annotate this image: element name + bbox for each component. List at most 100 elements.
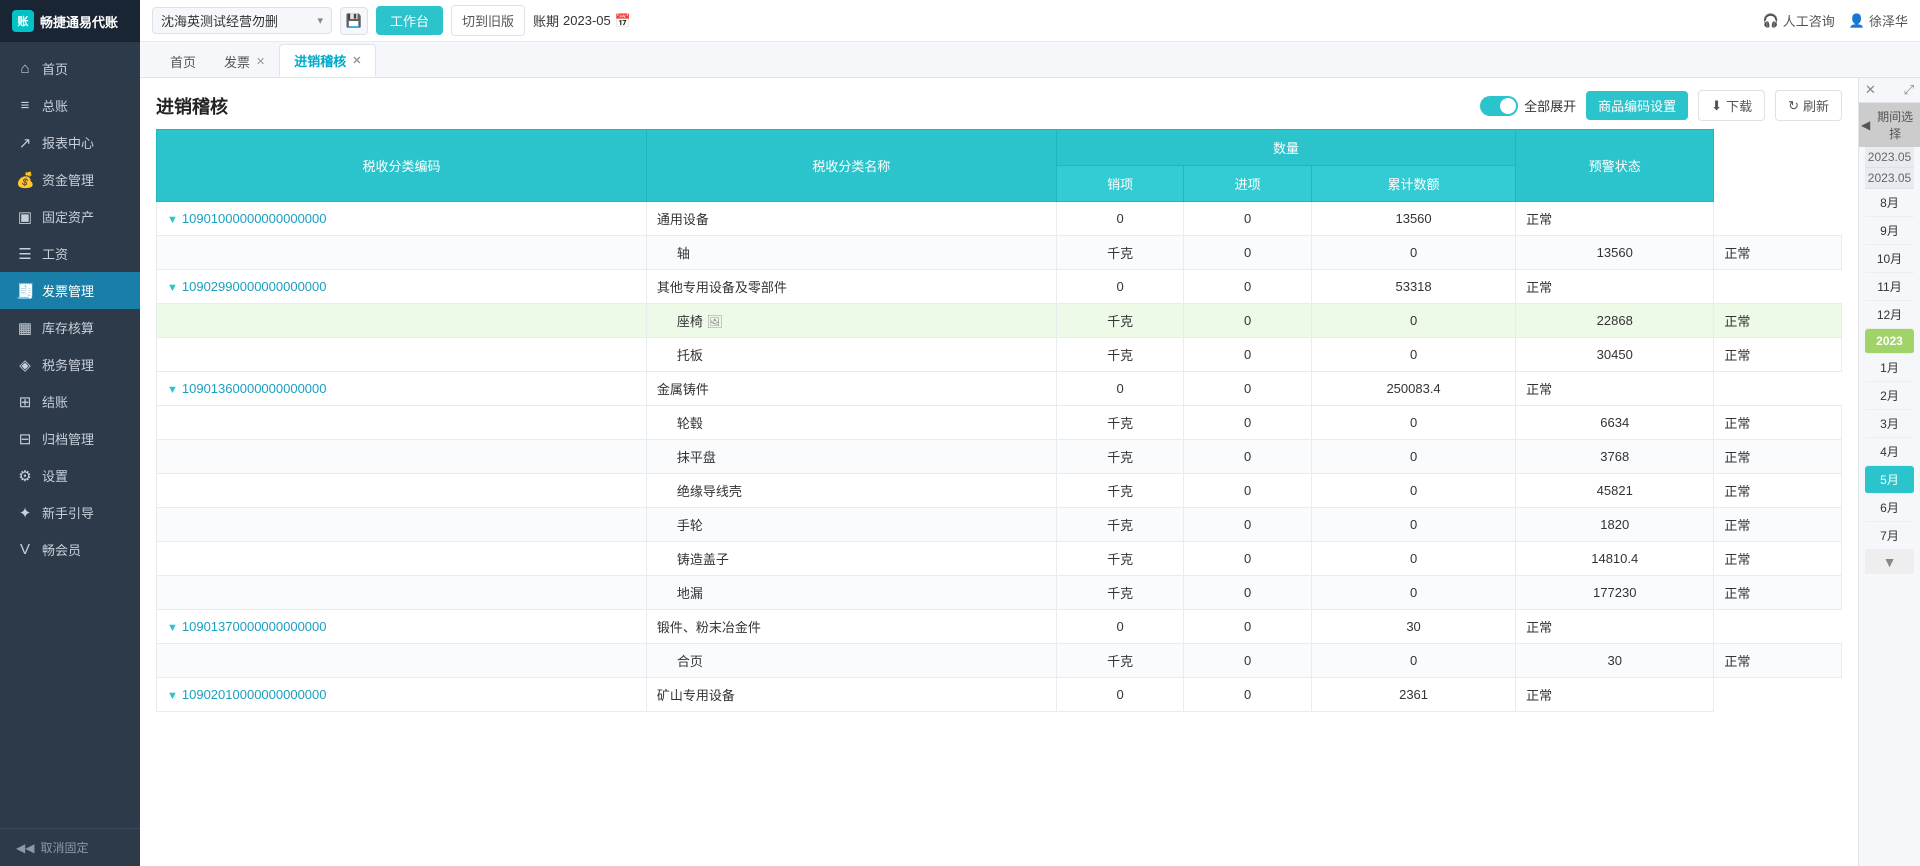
inventory-icon: ▦: [16, 319, 34, 337]
row-child-name: 手轮: [646, 508, 1056, 542]
sidebar-item-home[interactable]: ⌂首页: [0, 50, 140, 87]
scroll-down-button[interactable]: ▼: [1865, 550, 1914, 574]
sidebar-item-funds[interactable]: 💰资金管理: [0, 161, 140, 198]
period-month-5[interactable]: 5月: [1865, 466, 1914, 494]
period-month-10月[interactable]: 10月: [1865, 245, 1914, 273]
col-header-warning: 预警状态: [1516, 130, 1714, 202]
tab-reconcile[interactable]: 进销稽核✕: [279, 44, 376, 77]
sidebar-item-assets[interactable]: ▣固定资产: [0, 198, 140, 235]
sidebar-item-archive[interactable]: ⊟归档管理: [0, 420, 140, 457]
row-sales: 0: [1184, 542, 1312, 576]
row-total: 14810.4: [1516, 542, 1714, 576]
row-unit: 千克: [1056, 440, 1184, 474]
content-area: 进销稽核 全部展开 商品编码设置 ⬇ 下载 ↻ 刷: [140, 78, 1920, 866]
sidebar-footer[interactable]: ◀◀ 取消固定: [0, 828, 140, 866]
close-icon[interactable]: ✕: [1865, 82, 1876, 98]
user-item[interactable]: 👤 徐泽华: [1849, 11, 1908, 30]
sidebar-item-settings[interactable]: ⚙设置: [0, 457, 140, 494]
row-child-name: 合页: [646, 644, 1056, 678]
expand-row-icon[interactable]: ▼: [167, 214, 178, 226]
workspace-button[interactable]: 工作台: [376, 6, 443, 35]
chevron-left-icon: ◀: [1861, 118, 1870, 132]
save-icon: 💾: [346, 13, 362, 29]
product-code-button[interactable]: 商品编码设置: [1586, 91, 1688, 120]
row-total: 30: [1516, 644, 1714, 678]
expand-toggle[interactable]: [1480, 96, 1518, 116]
sidebar-item-reports[interactable]: ↗报表中心: [0, 124, 140, 161]
row-purchase: 0: [1184, 270, 1312, 304]
sidebar-item-salary[interactable]: ☰工资: [0, 235, 140, 272]
period-month-11月[interactable]: 11月: [1865, 273, 1914, 301]
sidebar-item-guide[interactable]: ✦新手引导: [0, 494, 140, 531]
sidebar-item-inventory[interactable]: ▦ 库存核算: [0, 309, 140, 346]
row-child-name: 铸造盖子: [646, 542, 1056, 576]
page-actions: 全部展开 商品编码设置 ⬇ 下载 ↻ 刷新: [1480, 90, 1842, 121]
row-status: 正常: [1714, 304, 1842, 338]
company-selector[interactable]: 沈海英测试经营勿删 ▾: [152, 7, 332, 34]
headset-icon: 🎧: [1763, 13, 1779, 29]
sidebar-label-inventory: 库存核算: [42, 318, 94, 337]
support-item[interactable]: 🎧 人工咨询: [1763, 11, 1835, 30]
company-name: 沈海英测试经营勿删: [161, 11, 278, 30]
period-month-6月[interactable]: 6月: [1865, 494, 1914, 522]
tab-close-reconcile[interactable]: ✕: [352, 54, 361, 67]
period-month-12月[interactable]: 12月: [1865, 301, 1914, 329]
sidebar-label-archive: 归档管理: [42, 429, 94, 448]
row-status: 正常: [1714, 474, 1842, 508]
row-status: 正常: [1516, 270, 1714, 304]
assets-icon: ▣: [16, 208, 34, 226]
old-version-button[interactable]: 切到旧版: [451, 5, 525, 36]
refresh-button[interactable]: ↻ 刷新: [1775, 90, 1842, 121]
row-total: 2361: [1311, 678, 1515, 712]
sidebar-item-ledger[interactable]: ≡总账: [0, 87, 140, 124]
period-month-3月[interactable]: 3月: [1865, 410, 1914, 438]
sidebar-item-tax[interactable]: ◈税务管理: [0, 346, 140, 383]
tab-home[interactable]: 首页: [156, 46, 210, 77]
download-button[interactable]: ⬇ 下载: [1698, 90, 1765, 121]
row-sales: 0: [1056, 270, 1184, 304]
tab-invoice[interactable]: 发票✕: [210, 46, 279, 77]
sidebar-label-guide: 新手引导: [42, 503, 94, 522]
period-year-2023-05-a[interactable]: 2023.05: [1865, 147, 1914, 168]
save-button[interactable]: 💾: [340, 7, 368, 35]
row-child-name: 绝缘导线壳: [646, 474, 1056, 508]
tab-close-invoice[interactable]: ✕: [256, 55, 265, 68]
row-code-empty: [157, 474, 647, 508]
topbar: 沈海英测试经营勿删 ▾ 💾 工作台 切到旧版 账期 2023-05 📅 🎧 人工…: [140, 0, 1920, 42]
period-month-1月[interactable]: 1月: [1865, 354, 1914, 382]
period-year-marker[interactable]: 2023: [1865, 329, 1914, 354]
image-icon[interactable]: 🖼: [707, 314, 724, 329]
row-child-name: 座椅 🖼: [646, 304, 1056, 338]
period-month-4月[interactable]: 4月: [1865, 438, 1914, 466]
row-code: ▼10901000000000000000: [157, 202, 647, 236]
row-purchase: 0: [1311, 542, 1515, 576]
expand-icon[interactable]: ⤢: [1904, 82, 1914, 98]
period-month-7月[interactable]: 7月: [1865, 522, 1914, 550]
period-month-9月[interactable]: 9月: [1865, 217, 1914, 245]
row-sales: 0: [1184, 440, 1312, 474]
sidebar-item-invoice[interactable]: 🧾发票管理: [0, 272, 140, 309]
row-purchase: 0: [1184, 372, 1312, 406]
period-month-8月[interactable]: 8月: [1865, 189, 1914, 217]
row-code-empty: [157, 406, 647, 440]
table-row: ▼10902010000000000000 矿山专用设备 0 0 2361 正常: [157, 678, 1842, 712]
row-status: 正常: [1516, 610, 1714, 644]
row-unit: 千克: [1056, 236, 1184, 270]
row-total: 3768: [1516, 440, 1714, 474]
expand-row-icon[interactable]: ▼: [167, 690, 178, 702]
table-row: 抹平盘 千克 0 0 3768 正常: [157, 440, 1842, 474]
chevron-down-icon: ▾: [317, 14, 323, 27]
sidebar: 账 畅捷通易代账 ⌂首页≡总账↗报表中心💰资金管理▣固定资产☰工资🧾发票管理▦库…: [0, 0, 140, 866]
footer-label: 取消固定: [40, 839, 88, 856]
expand-row-icon[interactable]: ▼: [167, 282, 178, 294]
expand-row-icon[interactable]: ▼: [167, 384, 178, 396]
period-month-2月[interactable]: 2月: [1865, 382, 1914, 410]
expand-row-icon[interactable]: ▼: [167, 622, 178, 634]
sidebar-item-member[interactable]: V畅会员: [0, 531, 140, 568]
table-row: ▼10902990000000000000 其他专用设备及零部件 0 0 533…: [157, 270, 1842, 304]
row-status: 正常: [1714, 406, 1842, 440]
tab-label-home: 首页: [170, 52, 196, 71]
sidebar-item-settle[interactable]: ⊞结账: [0, 383, 140, 420]
period-year-2023-05-b[interactable]: 2023.05: [1865, 168, 1914, 189]
calendar-icon[interactable]: 📅: [615, 13, 631, 29]
